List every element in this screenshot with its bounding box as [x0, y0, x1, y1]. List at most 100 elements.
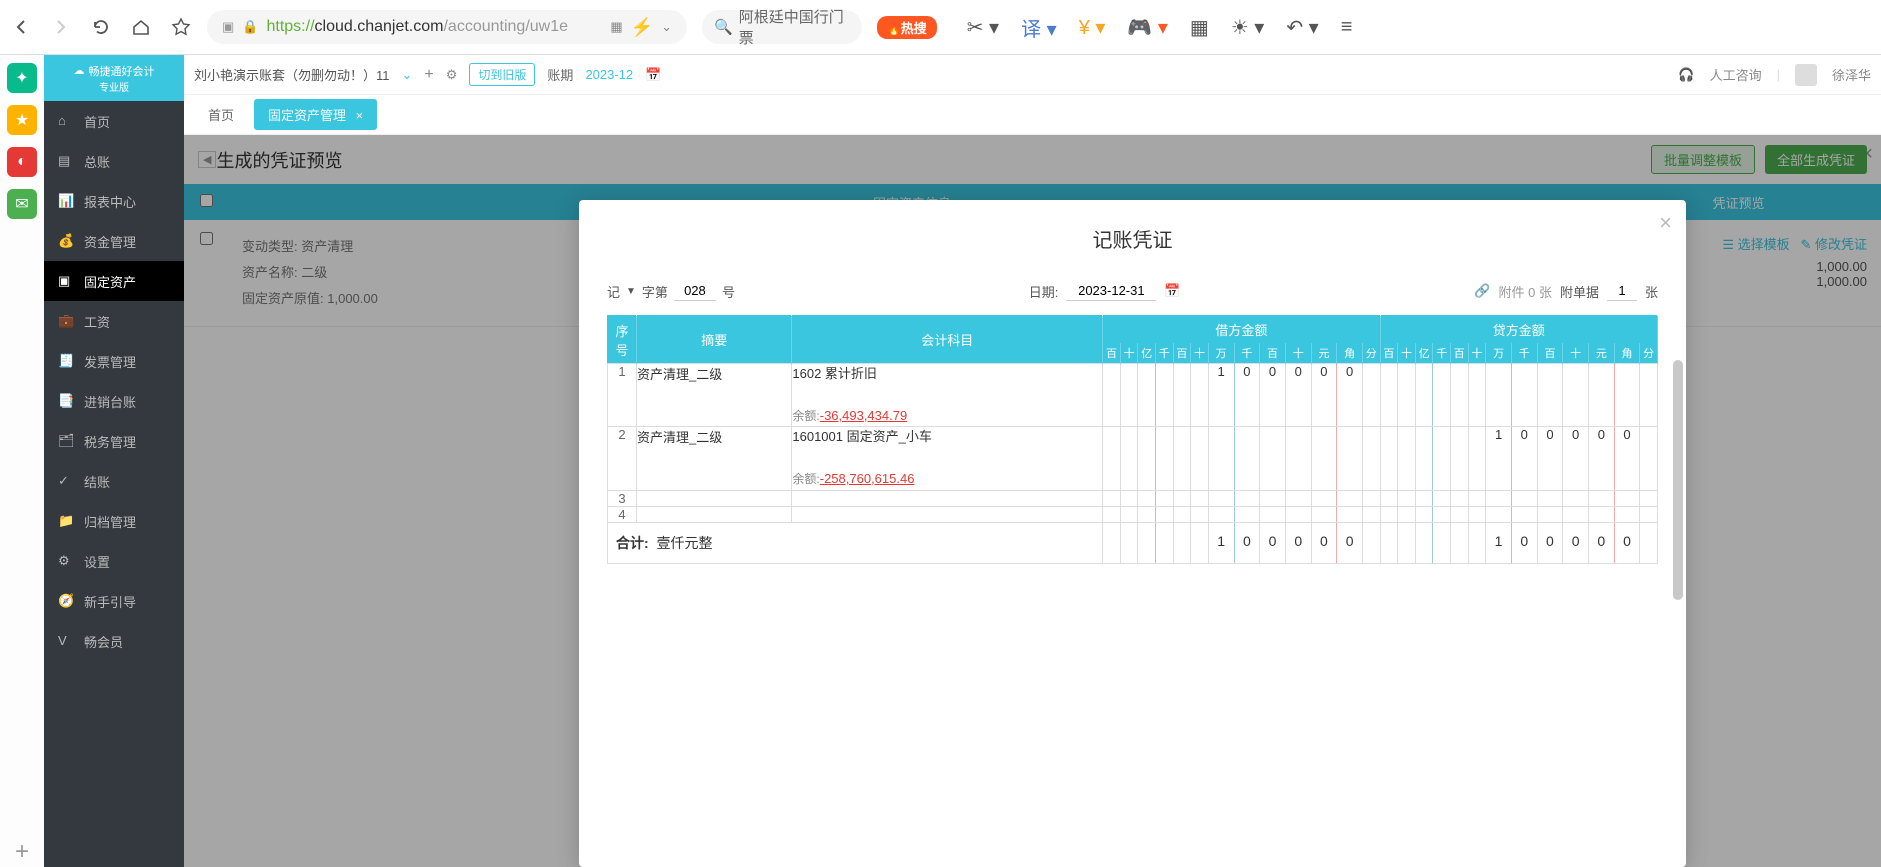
credit-digit[interactable] [1433, 364, 1451, 427]
credit-digit[interactable] [1640, 364, 1658, 427]
debit-digit[interactable] [1120, 490, 1138, 506]
sidebar-item-0[interactable]: ⌂首页 [44, 101, 184, 141]
undo-icon[interactable]: ↶ ▾ [1286, 15, 1318, 40]
credit-digit[interactable] [1433, 506, 1451, 522]
credit-digit[interactable] [1614, 506, 1640, 522]
debit-digit[interactable]: 0 [1260, 364, 1286, 427]
credit-digit[interactable] [1614, 364, 1640, 427]
credit-digit[interactable] [1537, 506, 1563, 522]
credit-digit[interactable] [1511, 364, 1537, 427]
debit-digit[interactable] [1260, 506, 1286, 522]
sidebar-item-1[interactable]: ▤总账 [44, 141, 184, 181]
debit-digit[interactable] [1285, 506, 1311, 522]
debit-digit[interactable] [1234, 427, 1260, 490]
debit-digit[interactable] [1337, 506, 1363, 522]
credit-digit[interactable] [1468, 506, 1486, 522]
sidebar-item-12[interactable]: 🧭新手引导 [44, 581, 184, 621]
avatar-icon[interactable] [1795, 64, 1817, 86]
sidebar-item-13[interactable]: V畅会员 [44, 621, 184, 661]
credit-digit[interactable] [1640, 427, 1658, 490]
credit-digit[interactable] [1468, 427, 1486, 490]
debit-digit[interactable] [1156, 506, 1174, 522]
credit-digit[interactable] [1433, 427, 1451, 490]
debit-digit[interactable] [1173, 490, 1191, 506]
debit-digit[interactable] [1120, 364, 1138, 427]
calendar-icon[interactable]: 📅 [1164, 283, 1180, 299]
sidebar-item-7[interactable]: 📑进销台账 [44, 381, 184, 421]
debit-digit[interactable] [1337, 427, 1363, 490]
debit-digit[interactable] [1311, 490, 1337, 506]
dock-app-1[interactable]: ✦ [7, 63, 37, 93]
switch-old-button[interactable]: 切到旧版 [469, 63, 535, 86]
debit-digit[interactable] [1120, 506, 1138, 522]
back-icon[interactable] [10, 16, 32, 38]
debit-digit[interactable] [1138, 506, 1156, 522]
grid-icon[interactable]: ▦ [1190, 15, 1209, 40]
row-account[interactable] [792, 506, 1103, 522]
voucher-row[interactable]: 3 [608, 490, 1658, 506]
credit-digit[interactable] [1537, 490, 1563, 506]
slip-count-input[interactable] [1607, 281, 1637, 301]
voucher-type[interactable]: 记 [607, 282, 620, 301]
debit-digit[interactable] [1191, 506, 1209, 522]
credit-digit[interactable]: 0 [1537, 427, 1563, 490]
debit-digit[interactable] [1337, 490, 1363, 506]
debit-digit[interactable] [1103, 490, 1121, 506]
credit-digit[interactable] [1433, 490, 1451, 506]
debit-digit[interactable] [1191, 490, 1209, 506]
row-account[interactable]: 1602 累计折旧余额:-36,493,434.79 [792, 364, 1103, 427]
scissors-icon[interactable]: ✂ ▾ [967, 15, 999, 40]
row-account[interactable]: 1601001 固定资产_小车余额:-258,760,615.46 [792, 427, 1103, 490]
credit-digit[interactable] [1486, 490, 1512, 506]
qr-icon[interactable]: ▦ [610, 19, 622, 35]
support-label[interactable]: 人工咨询 [1710, 65, 1762, 84]
credit-digit[interactable] [1588, 364, 1614, 427]
forward-icon[interactable] [50, 16, 72, 38]
credit-digit[interactable] [1537, 364, 1563, 427]
sidebar-item-4[interactable]: ▣固定资产 [44, 261, 184, 301]
row-summary[interactable] [637, 490, 792, 506]
debit-digit[interactable] [1173, 364, 1191, 427]
credit-digit[interactable] [1563, 490, 1589, 506]
wallet-icon[interactable]: ¥ ▾ [1079, 15, 1106, 40]
debit-digit[interactable] [1260, 490, 1286, 506]
credit-digit[interactable] [1588, 506, 1614, 522]
dock-app-4[interactable]: ✉ [7, 189, 37, 219]
debit-digit[interactable] [1208, 506, 1234, 522]
debit-digit[interactable] [1120, 427, 1138, 490]
debit-digit[interactable]: 0 [1337, 364, 1363, 427]
menu-icon[interactable]: ≡ [1341, 16, 1353, 39]
debit-digit[interactable] [1173, 506, 1191, 522]
row-summary[interactable] [637, 506, 792, 522]
credit-digit[interactable] [1415, 506, 1433, 522]
debit-digit[interactable] [1138, 364, 1156, 427]
credit-digit[interactable] [1451, 506, 1469, 522]
debit-digit[interactable] [1234, 506, 1260, 522]
credit-digit[interactable] [1640, 490, 1658, 506]
period-value[interactable]: 2023-12 [585, 67, 633, 82]
credit-digit[interactable] [1380, 506, 1398, 522]
add-account-icon[interactable]: + [424, 66, 433, 84]
voucher-number-input[interactable] [674, 281, 716, 301]
sidebar-item-8[interactable]: 🗂税务管理 [44, 421, 184, 461]
account-name[interactable]: 刘小艳演示账套（勿删勿动！）11 [194, 65, 390, 84]
dock-app-3[interactable]: ◐ [7, 147, 37, 177]
gear-icon[interactable]: ⚙ [446, 67, 458, 83]
sidebar-item-2[interactable]: 📊报表中心 [44, 181, 184, 221]
star-icon[interactable] [170, 16, 192, 38]
credit-digit[interactable] [1468, 490, 1486, 506]
support-icon[interactable]: 🎧 [1678, 67, 1694, 83]
date-input[interactable] [1066, 281, 1156, 301]
game-icon[interactable]: 🎮 ▾ [1127, 15, 1168, 40]
close-icon[interactable]: × [356, 108, 364, 123]
debit-digit[interactable] [1103, 364, 1121, 427]
debit-digit[interactable] [1260, 427, 1286, 490]
sidebar-item-3[interactable]: 💰资金管理 [44, 221, 184, 261]
credit-digit[interactable] [1640, 506, 1658, 522]
clip-icon[interactable]: 🔗 [1474, 283, 1490, 299]
credit-digit[interactable]: 0 [1563, 427, 1589, 490]
chevron-down-icon[interactable]: ▼ [626, 286, 636, 297]
calendar-icon[interactable]: 📅 [645, 67, 661, 83]
account-dropdown-icon[interactable]: ⌄ [402, 67, 413, 83]
credit-digit[interactable] [1451, 364, 1469, 427]
